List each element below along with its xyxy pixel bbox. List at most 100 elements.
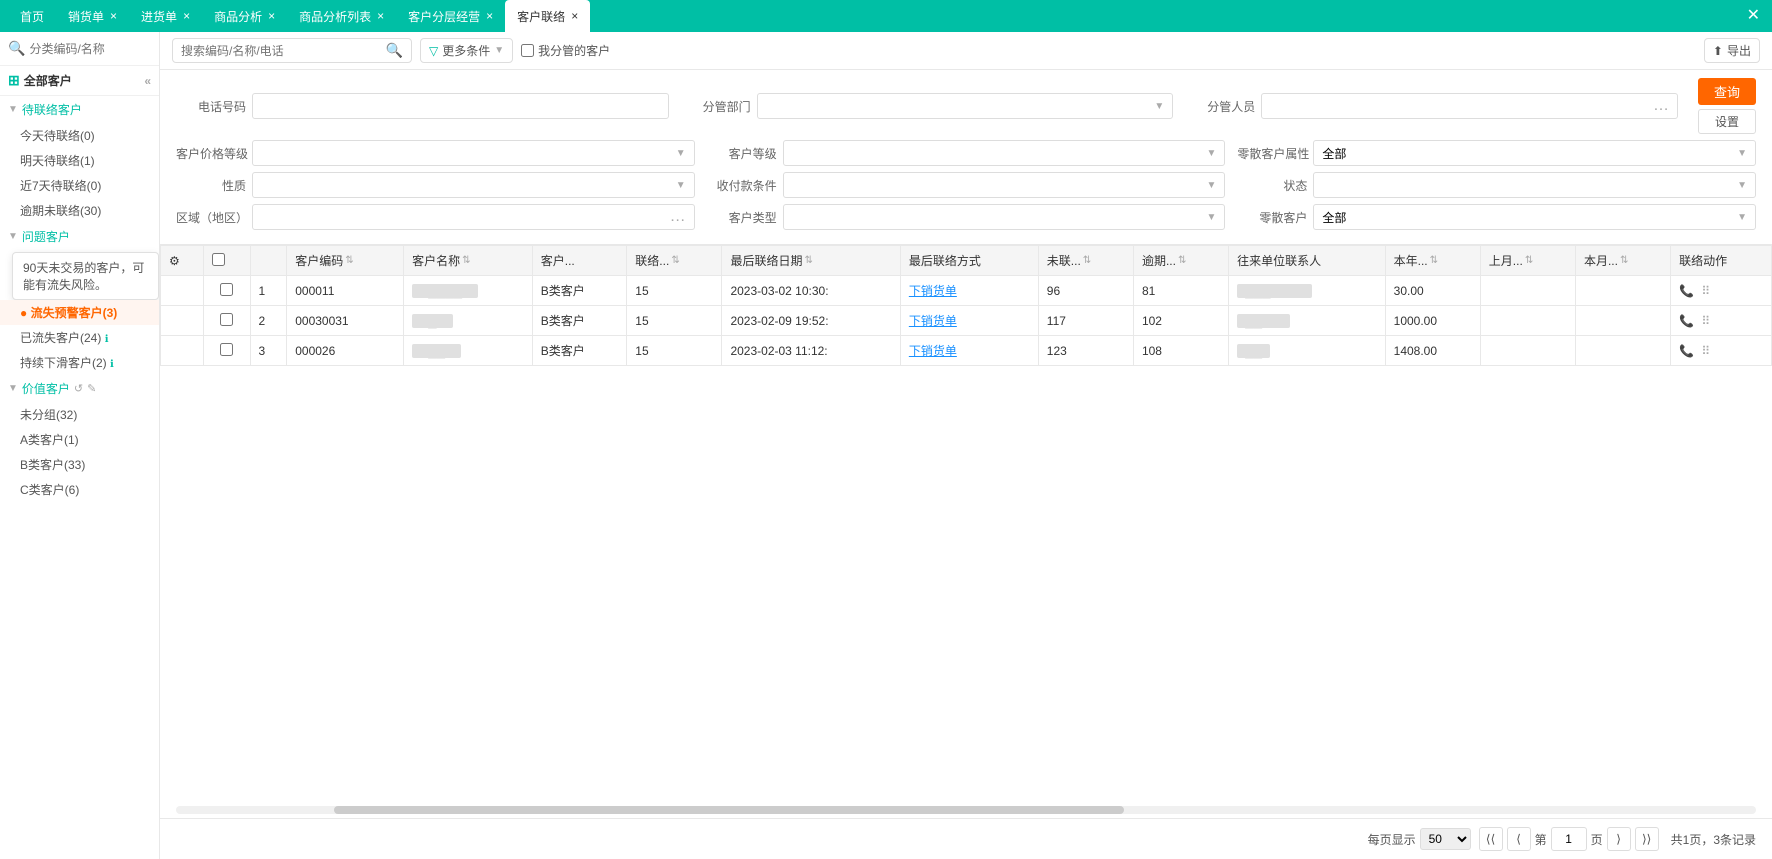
tab-customer-contact-close[interactable]: × (571, 9, 578, 23)
cell-checkbox[interactable] (204, 336, 250, 366)
action-more-icon[interactable]: ⠿ (1701, 284, 1710, 298)
more-filter-button[interactable]: ▽ 更多条件 ▼ (420, 38, 513, 63)
col-unit-contact[interactable]: 往来单位联系人 (1229, 246, 1386, 276)
tab-customer-tier[interactable]: 客户分层经营 × (396, 0, 505, 32)
year-sort-icon: ⇅ (1430, 255, 1438, 266)
next-page-button[interactable]: ⟩ (1607, 827, 1631, 851)
tab-analysis[interactable]: 商品分析 × (202, 0, 287, 32)
sidebar-item-churned[interactable]: 已流失客户(24) ℹ (0, 325, 159, 350)
export-icon: ⬆ (1713, 44, 1723, 58)
tab-customer-contact[interactable]: 客户联络 × (505, 0, 590, 32)
tab-analysis-list[interactable]: 商品分析列表 × (287, 0, 396, 32)
sidebar-collapse-icon[interactable]: « (144, 74, 151, 88)
region-more-icon[interactable]: … (670, 208, 686, 226)
sidebar-header: ⊞ 全部客户 « (0, 66, 159, 96)
tab-sales-close[interactable]: × (110, 9, 117, 23)
col-last-contact-way[interactable]: 最后联络方式 (900, 246, 1038, 276)
sidebar-item-overdue[interactable]: 逾期未联络(30) (0, 198, 159, 223)
col-type[interactable]: 客户... (532, 246, 627, 276)
window-close-button[interactable]: ✕ (1735, 0, 1772, 32)
sidebar-item-7days[interactable]: 近7天待联络(0) (0, 173, 159, 198)
tab-analysis-list-close[interactable]: × (377, 9, 384, 23)
tab-customer-tier-close[interactable]: × (486, 9, 493, 23)
sidebar-item-classA[interactable]: A类客户(1) (0, 427, 159, 452)
main-search-input[interactable] (181, 44, 382, 58)
last-contact-way-link[interactable]: 下销货单 (909, 284, 957, 298)
cell-checkbox[interactable] (204, 306, 250, 336)
sidebar-item-churn-warning[interactable]: ● 流失预警客户(3) (0, 300, 159, 325)
filter-zero-customer-select[interactable]: 全部 ▼ (1313, 204, 1756, 230)
col-last-month[interactable]: 上月... ⇅ (1480, 246, 1575, 276)
filter-dept-select[interactable]: ▼ (757, 93, 1174, 119)
h-scrollbar-thumb[interactable] (334, 806, 1124, 814)
filter-customer-type-select[interactable]: ▼ (783, 204, 1226, 230)
tab-analysis-close[interactable]: × (268, 9, 275, 23)
tab-purchase[interactable]: 进货单 × (129, 0, 202, 32)
query-button[interactable]: 查询 (1698, 78, 1756, 105)
col-uncontact[interactable]: 未联... ⇅ (1038, 246, 1133, 276)
edit-icon[interactable]: ✎ (87, 382, 96, 395)
last-contact-way-link[interactable]: 下销货单 (909, 344, 957, 358)
filter-phone-input[interactable] (252, 93, 669, 119)
sidebar-item-classB[interactable]: B类客户(33) (0, 452, 159, 477)
col-overdue[interactable]: 逾期... ⇅ (1133, 246, 1228, 276)
filter-customer-level-select[interactable]: ▼ (783, 140, 1226, 166)
filter-region-select[interactable]: … (252, 204, 695, 230)
action-more-icon[interactable]: ⠿ (1701, 344, 1710, 358)
action-contact-icon[interactable]: 📞 (1679, 344, 1694, 358)
cell-type: B类客户 (532, 336, 627, 366)
filter-status-select[interactable]: ▼ (1313, 172, 1756, 198)
sidebar-group-problem[interactable]: ▼ 问题客户 (0, 223, 159, 250)
sidebar-group-value[interactable]: ▼ 价值客户 ↺ ✎ (0, 375, 159, 402)
sidebar-item-declining[interactable]: 持续下滑客户(2) ℹ (0, 350, 159, 375)
tab-sales[interactable]: 销货单 × (56, 0, 129, 32)
per-page-dropdown[interactable]: 50 100 200 (1420, 828, 1471, 850)
sidebar-item-today[interactable]: 今天待联络(0) (0, 123, 159, 148)
col-name[interactable]: 客户名称 ⇅ (404, 246, 533, 276)
filter-row-3: 性质 ▼ 收付款条件 ▼ 状态 (176, 172, 1756, 198)
prev-page-button[interactable]: ⟨ (1507, 827, 1531, 851)
col-last-contact-date[interactable]: 最后联络日期 ⇅ (722, 246, 900, 276)
sidebar-search-input[interactable] (29, 42, 160, 56)
sidebar-item-tomorrow[interactable]: 明天待联络(1) (0, 148, 159, 173)
filter-price-level-select[interactable]: ▼ (252, 140, 695, 166)
col-setting[interactable]: ⚙ (161, 246, 204, 276)
col-this-month[interactable]: 本月... ⇅ (1575, 246, 1670, 276)
my-customer-checkbox-label[interactable]: 我分管的客户 (521, 42, 610, 59)
person-more-icon[interactable]: … (1653, 97, 1669, 115)
filter-zero-attr-select[interactable]: 全部 ▼ (1313, 140, 1756, 166)
main-search-button[interactable]: 🔍 (386, 42, 403, 59)
h-scrollbar[interactable] (176, 806, 1756, 814)
cell-checkbox[interactable] (204, 276, 250, 306)
first-page-button[interactable]: ⟨⟨ (1479, 827, 1503, 851)
action-contact-icon[interactable]: 📞 (1679, 314, 1694, 328)
col-this-year[interactable]: 本年... ⇅ (1385, 246, 1480, 276)
col-contact[interactable]: 联络... ⇅ (627, 246, 722, 276)
filter-payment-select[interactable]: ▼ (783, 172, 1226, 198)
sidebar-item-ungrouped[interactable]: 未分组(32) (0, 402, 159, 427)
action-contact-icon[interactable]: 📞 (1679, 284, 1694, 298)
last-contact-way-link[interactable]: 下销货单 (909, 314, 957, 328)
tab-analysis-label: 商品分析 (214, 8, 262, 25)
page-input[interactable] (1551, 827, 1587, 851)
tab-purchase-close[interactable]: × (183, 9, 190, 23)
export-button[interactable]: ⬆ 导出 (1704, 38, 1760, 63)
setting-icon[interactable]: ⚙ (169, 254, 180, 268)
col-checkbox[interactable] (204, 246, 250, 276)
sidebar-item-classC[interactable]: C类客户(6) (0, 477, 159, 502)
select-all-checkbox[interactable] (212, 253, 225, 266)
tab-home[interactable]: 首页 (8, 0, 56, 32)
sidebar-group-pending[interactable]: ▼ 待联络客户 (0, 96, 159, 123)
my-customer-checkbox[interactable] (521, 44, 534, 57)
info-icon-declining[interactable]: ℹ (110, 359, 114, 370)
setting-button[interactable]: 设置 (1698, 109, 1756, 134)
tab-customer-contact-label: 客户联络 (517, 8, 565, 25)
last-page-button[interactable]: ⟩⟩ (1635, 827, 1659, 851)
info-icon-churned[interactable]: ℹ (105, 334, 109, 345)
filter-nature-select[interactable]: ▼ (252, 172, 695, 198)
action-more-icon[interactable]: ⠿ (1701, 314, 1710, 328)
refresh-icon[interactable]: ↺ (74, 382, 83, 395)
cell-action: 📞 ⠿ (1671, 306, 1772, 336)
filter-person-select[interactable]: … (1261, 93, 1678, 119)
col-code[interactable]: 客户编码 ⇅ (287, 246, 404, 276)
